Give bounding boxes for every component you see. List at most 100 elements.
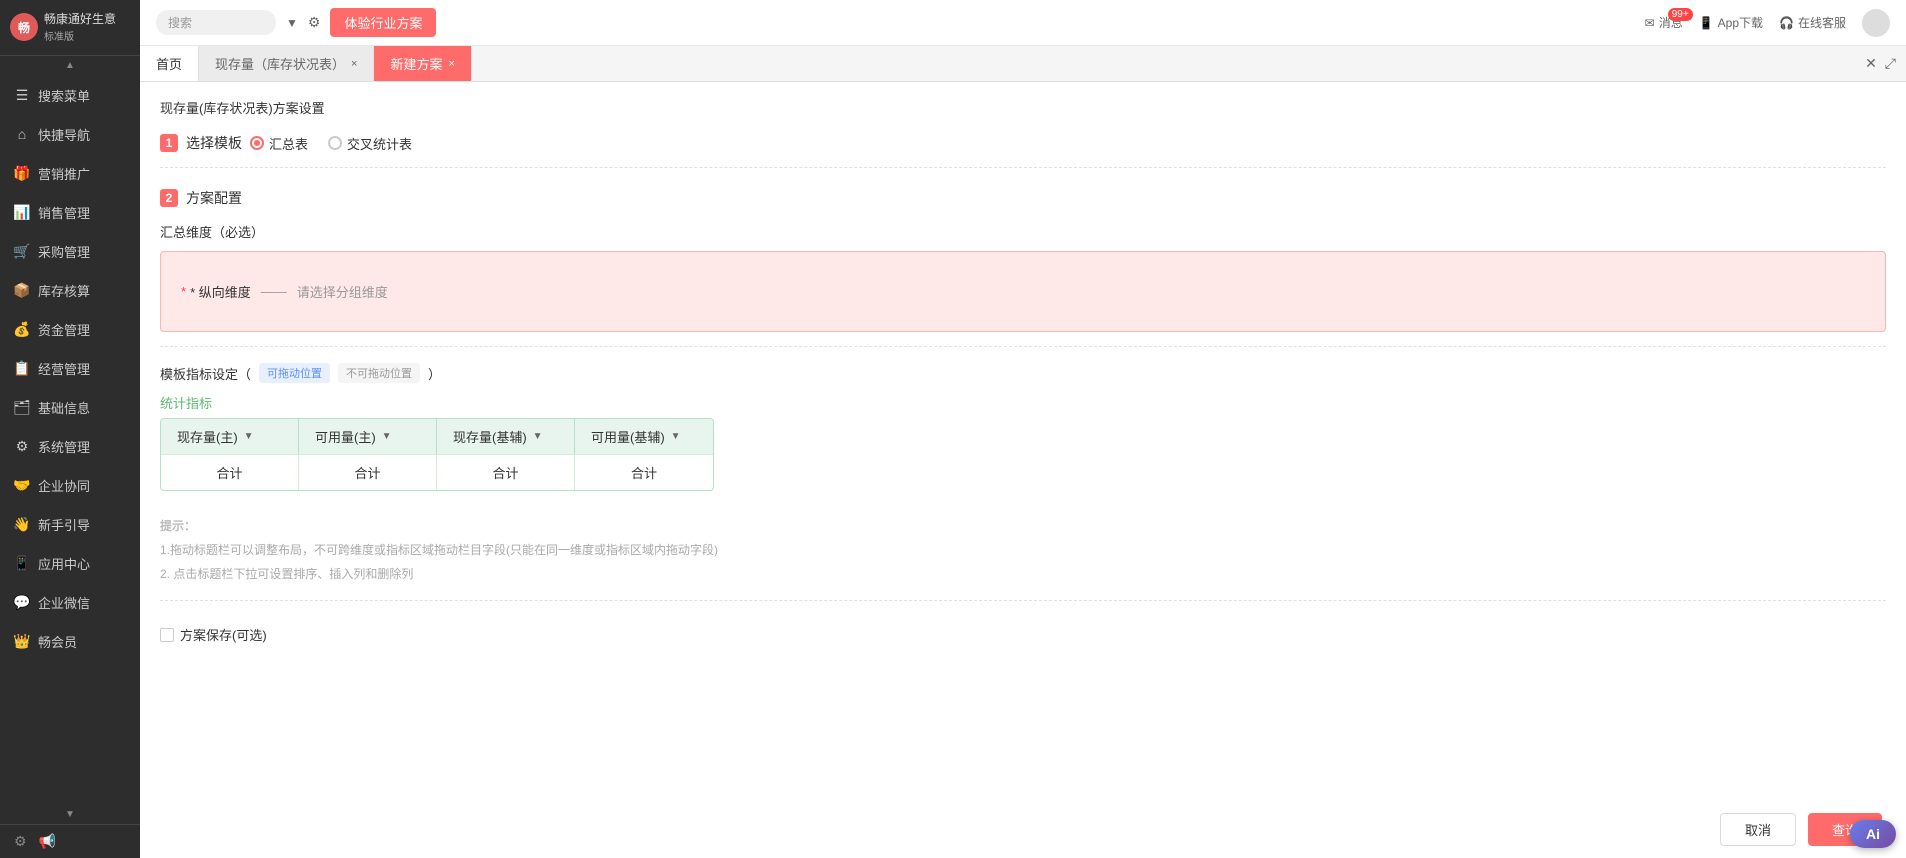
radio-cross[interactable]: 交叉统计表 [328, 134, 412, 153]
section2-header: 2 方案配置 [160, 188, 1886, 208]
stat-col-0[interactable]: 现存量(主) ▼ [161, 419, 299, 454]
sidebar-item-system[interactable]: ⚙ 系统管理 [0, 427, 140, 466]
purchase-icon: 🛒 [14, 243, 30, 259]
draggable-badge: 可拖动位置 [259, 363, 330, 383]
sidebar-item-wechat[interactable]: 💬 企业微信 [0, 583, 140, 622]
stat-col-1[interactable]: 可用量(主) ▼ [299, 419, 437, 454]
stat-col-3[interactable]: 可用量(基辅) ▼ [575, 419, 713, 454]
tab-new-plan[interactable]: 新建方案 × [374, 46, 471, 81]
sidebar-item-quick-nav[interactable]: ⌂ 快捷导航 [0, 115, 140, 154]
sidebar-item-finance[interactable]: 💰 资金管理 [0, 310, 140, 349]
panel: 现存量(库存状况表)方案设置 1 选择模板 汇总表 交叉统计表 [140, 82, 1906, 858]
member-icon: 👑 [14, 633, 30, 649]
stat-cell-1: 合计 [299, 455, 437, 490]
sidebar-item-enterprise[interactable]: 🤝 企业协同 [0, 466, 140, 505]
sidebar-scroll-up[interactable]: ▲ [0, 56, 140, 76]
non-draggable-badge: 不可拖动位置 [338, 363, 420, 383]
topbar-right: ✉ 消息 99+ 📱 App下载 🎧 在线客服 [1645, 9, 1890, 37]
tips-section: 提示： 1.拖动标题栏可以调整布局，不可跨维度或指标区域拖动栏目字段(只能在同一… [160, 514, 1886, 586]
template-options: 汇总表 交叉统计表 [250, 134, 412, 153]
speaker-icon[interactable]: 📢 [39, 833, 56, 850]
sidebar-scroll-down[interactable]: ▼ [0, 804, 140, 824]
col3-chevron-icon: ▼ [671, 431, 681, 442]
ai-fab-button[interactable]: Ai [1850, 820, 1896, 848]
save-option: 方案保存(可选) [160, 625, 1886, 644]
settings-icon[interactable]: ⚙ [14, 833, 27, 850]
section1-label: 选择模板 [186, 133, 242, 153]
quick-nav-icon: ⌂ [14, 126, 30, 142]
dim-section-label: 汇总维度（必选） [160, 222, 1886, 241]
stat-table-header: 现存量(主) ▼ 可用量(主) ▼ 现存量(基辅) ▼ [161, 419, 713, 454]
main-area: 搜索 ▼ ⚙ 体验行业方案 ✉ 消息 99+ 📱 App下载 🎧 在线客服 [140, 0, 1906, 858]
enterprise-icon: 🤝 [14, 477, 30, 493]
logo-icon: 畅 [10, 13, 38, 41]
tab-inventory[interactable]: 现存量（库存状况表） × [199, 46, 374, 81]
tab-new-plan-close-icon[interactable]: × [448, 58, 454, 70]
marketing-icon: 🎁 [14, 165, 30, 181]
content-area: 现存量(库存状况表)方案设置 1 选择模板 汇总表 交叉统计表 [140, 82, 1906, 858]
section-choose-template: 1 选择模板 汇总表 交叉统计表 [160, 133, 1886, 168]
sidebar: 畅 畅康通好生意 标准版 ▲ ☰ 搜索菜单 ⌂ 快捷导航 🎁 营销推广 📊 销售… [0, 0, 140, 858]
app-download-button[interactable]: 📱 App下载 [1699, 14, 1763, 31]
sidebar-item-member[interactable]: 👑 畅会员 [0, 622, 140, 661]
dim-placeholder: 请选择分组维度 [297, 282, 388, 301]
sidebar-item-newcomer[interactable]: 👋 新手引导 [0, 505, 140, 544]
user-avatar[interactable] [1862, 9, 1890, 37]
finance-icon: 💰 [14, 321, 30, 337]
sidebar-bottom: ⚙ 📢 [0, 824, 140, 858]
tip-item-0: 1.拖动标题栏可以调整布局，不可跨维度或指标区域拖动栏目字段(只能在同一维度或指… [160, 538, 1886, 562]
app-logo: 畅 畅康通好生意 标准版 [0, 0, 140, 56]
app-icon: 📱 [1699, 16, 1714, 30]
topbar-left: 搜索 ▼ ⚙ 体验行业方案 [156, 8, 436, 37]
message-icon: ✉ [1645, 16, 1655, 30]
dimension-area[interactable]: * * 纵向维度 —— 请选择分组维度 [160, 251, 1886, 332]
newcomer-icon: 👋 [14, 516, 30, 532]
col2-chevron-icon: ▼ [533, 431, 543, 442]
logo-text: 畅康通好生意 标准版 [44, 12, 116, 43]
sidebar-item-purchase[interactable]: 🛒 采购管理 [0, 232, 140, 271]
sidebar-item-inventory[interactable]: 📦 库存核算 [0, 271, 140, 310]
search-box: 搜索 [156, 10, 276, 35]
search-menu-icon: ☰ [14, 87, 30, 103]
stat-table-row: 合计 合计 合计 合计 [161, 454, 713, 490]
sidebar-item-operations[interactable]: 📋 经营管理 [0, 349, 140, 388]
save-checkbox[interactable] [160, 628, 174, 642]
stat-table: 现存量(主) ▼ 可用量(主) ▼ 现存量(基辅) ▼ [160, 418, 714, 491]
stat-cell-0: 合计 [161, 455, 299, 490]
stat-cell-3: 合计 [575, 455, 713, 490]
messages-button[interactable]: ✉ 消息 99+ [1645, 14, 1683, 31]
dropdown-arrow-icon[interactable]: ▼ [286, 16, 298, 30]
section2-label: 方案配置 [186, 188, 242, 208]
sidebar-item-search-menu[interactable]: ☰ 搜索菜单 [0, 76, 140, 115]
cancel-button[interactable]: 取消 [1720, 813, 1796, 846]
radio-cross-dot [328, 136, 342, 150]
basic-info-icon: 🗂 [14, 399, 30, 415]
tab-inventory-close-icon[interactable]: × [351, 58, 357, 70]
stat-table-wrap: 统计指标 现存量(主) ▼ 可用量(主) ▼ [160, 393, 1886, 494]
col0-chevron-icon: ▼ [244, 431, 254, 442]
sidebar-nav: ☰ 搜索菜单 ⌂ 快捷导航 🎁 营销推广 📊 销售管理 🛒 采购管理 📦 库存核… [0, 76, 140, 804]
sidebar-item-basic-info[interactable]: 🗂 基础信息 [0, 388, 140, 427]
online-service-button[interactable]: 🎧 在线客服 [1779, 14, 1846, 31]
section1-num: 1 [160, 134, 178, 152]
section2-num: 2 [160, 189, 178, 207]
section-plan-config: 2 方案配置 汇总维度（必选） * * 纵向维度 —— 请选择分组维度 模板指标… [160, 188, 1886, 601]
tab-close-all-icon[interactable]: ✕ [1865, 55, 1877, 72]
app-center-icon: 📱 [14, 555, 30, 571]
tabs-bar: 首页 现存量（库存状况表） × 新建方案 × ✕ ⤢ [140, 46, 1906, 82]
tip-item-1: 2. 点击标题栏下拉可设置排序、插入列和删除列 [160, 562, 1886, 586]
sidebar-item-app-center[interactable]: 📱 应用中心 [0, 544, 140, 583]
sidebar-item-marketing[interactable]: 🎁 营销推广 [0, 154, 140, 193]
page-title: 现存量(库存状况表)方案设置 [160, 98, 1886, 117]
sidebar-item-sales[interactable]: 📊 销售管理 [0, 193, 140, 232]
tabs-controls: ✕ ⤢ [1865, 55, 1906, 72]
tab-expand-icon[interactable]: ⤢ [1885, 55, 1896, 72]
dim-arrow: —— [261, 284, 287, 299]
stat-col-2[interactable]: 现存量(基辅) ▼ [437, 419, 575, 454]
radio-summary[interactable]: 汇总表 [250, 134, 308, 153]
section1-header: 1 选择模板 汇总表 交叉统计表 [160, 133, 1886, 153]
gear-icon[interactable]: ⚙ [308, 14, 321, 31]
vertical-dim-label: * 纵向维度 [190, 282, 251, 301]
tab-home[interactable]: 首页 [140, 46, 199, 81]
trial-button[interactable]: 体验行业方案 [330, 8, 436, 37]
